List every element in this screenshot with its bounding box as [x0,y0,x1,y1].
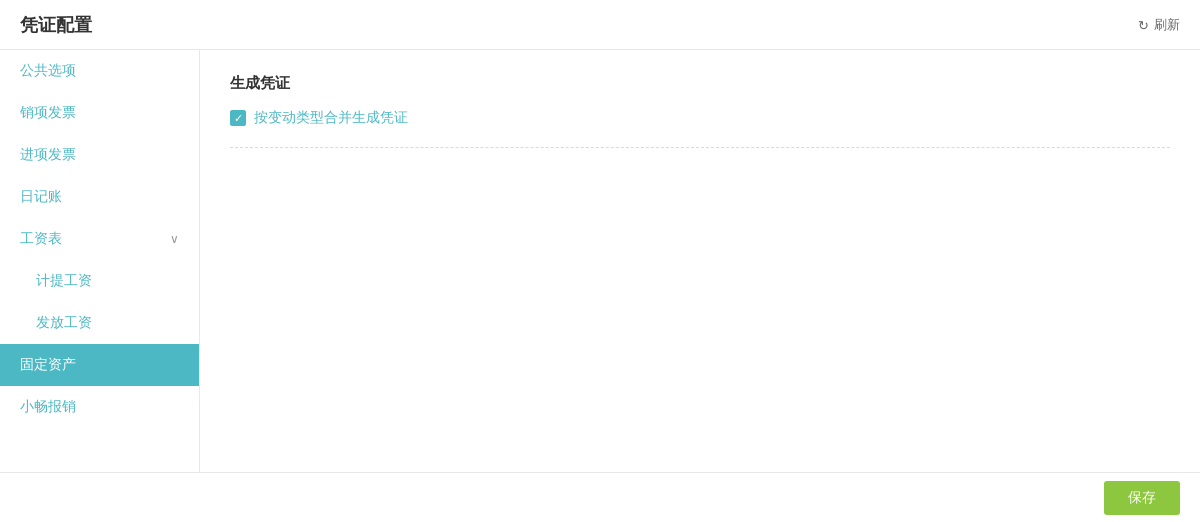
refresh-icon: ↻ [1136,18,1150,32]
sidebar-item-sales-invoice[interactable]: 销项发票 [0,92,199,134]
content-area: 生成凭证 按变动类型合并生成凭证 [200,50,1200,472]
page-title: 凭证配置 [20,13,92,37]
app-container: 凭证配置 ↻ 刷新 公共选项 销项发票 进项发票 日记账 工资表 ∨ [0,0,1200,522]
sidebar-item-payroll-commission[interactable]: 计提工资 [0,260,199,302]
sidebar-item-label: 小畅报销 [20,398,76,416]
sidebar-item-label: 计提工资 [36,272,92,290]
sidebar-item-label: 工资表 [20,230,62,248]
sidebar-item-journal[interactable]: 日记账 [0,176,199,218]
chevron-down-icon: ∨ [170,232,179,246]
refresh-button[interactable]: ↻ 刷新 [1136,16,1180,34]
sidebar-item-label: 销项发票 [20,104,76,122]
checkbox-row: 按变动类型合并生成凭证 [230,109,1170,127]
page-footer: 保存 [0,472,1200,522]
sidebar-item-payroll-distribute[interactable]: 发放工资 [0,302,199,344]
sidebar-item-fixed-assets[interactable]: 固定资产 [0,344,199,386]
main-body: 公共选项 销项发票 进项发票 日记账 工资表 ∨ 计提工资 发放工资 固定资 [0,50,1200,472]
merge-by-type-checkbox[interactable] [230,110,246,126]
section-title: 生成凭证 [230,74,1170,93]
sidebar-item-label: 发放工资 [36,314,92,332]
sidebar-item-label: 公共选项 [20,62,76,80]
page-header: 凭证配置 ↻ 刷新 [0,0,1200,50]
refresh-label: 刷新 [1154,16,1180,34]
sidebar: 公共选项 销项发票 进项发票 日记账 工资表 ∨ 计提工资 发放工资 固定资 [0,50,200,472]
sidebar-item-label: 进项发票 [20,146,76,164]
save-button[interactable]: 保存 [1104,481,1180,515]
sidebar-item-public-options[interactable]: 公共选项 [0,50,199,92]
sidebar-item-label: 日记账 [20,188,62,206]
sidebar-item-purchase-invoice[interactable]: 进项发票 [0,134,199,176]
sidebar-item-payroll-table[interactable]: 工资表 ∨ [0,218,199,260]
checkbox-label: 按变动类型合并生成凭证 [254,109,408,127]
section-divider [230,147,1170,148]
sidebar-item-expense-report[interactable]: 小畅报销 [0,386,199,428]
sidebar-item-label: 固定资产 [20,356,76,374]
